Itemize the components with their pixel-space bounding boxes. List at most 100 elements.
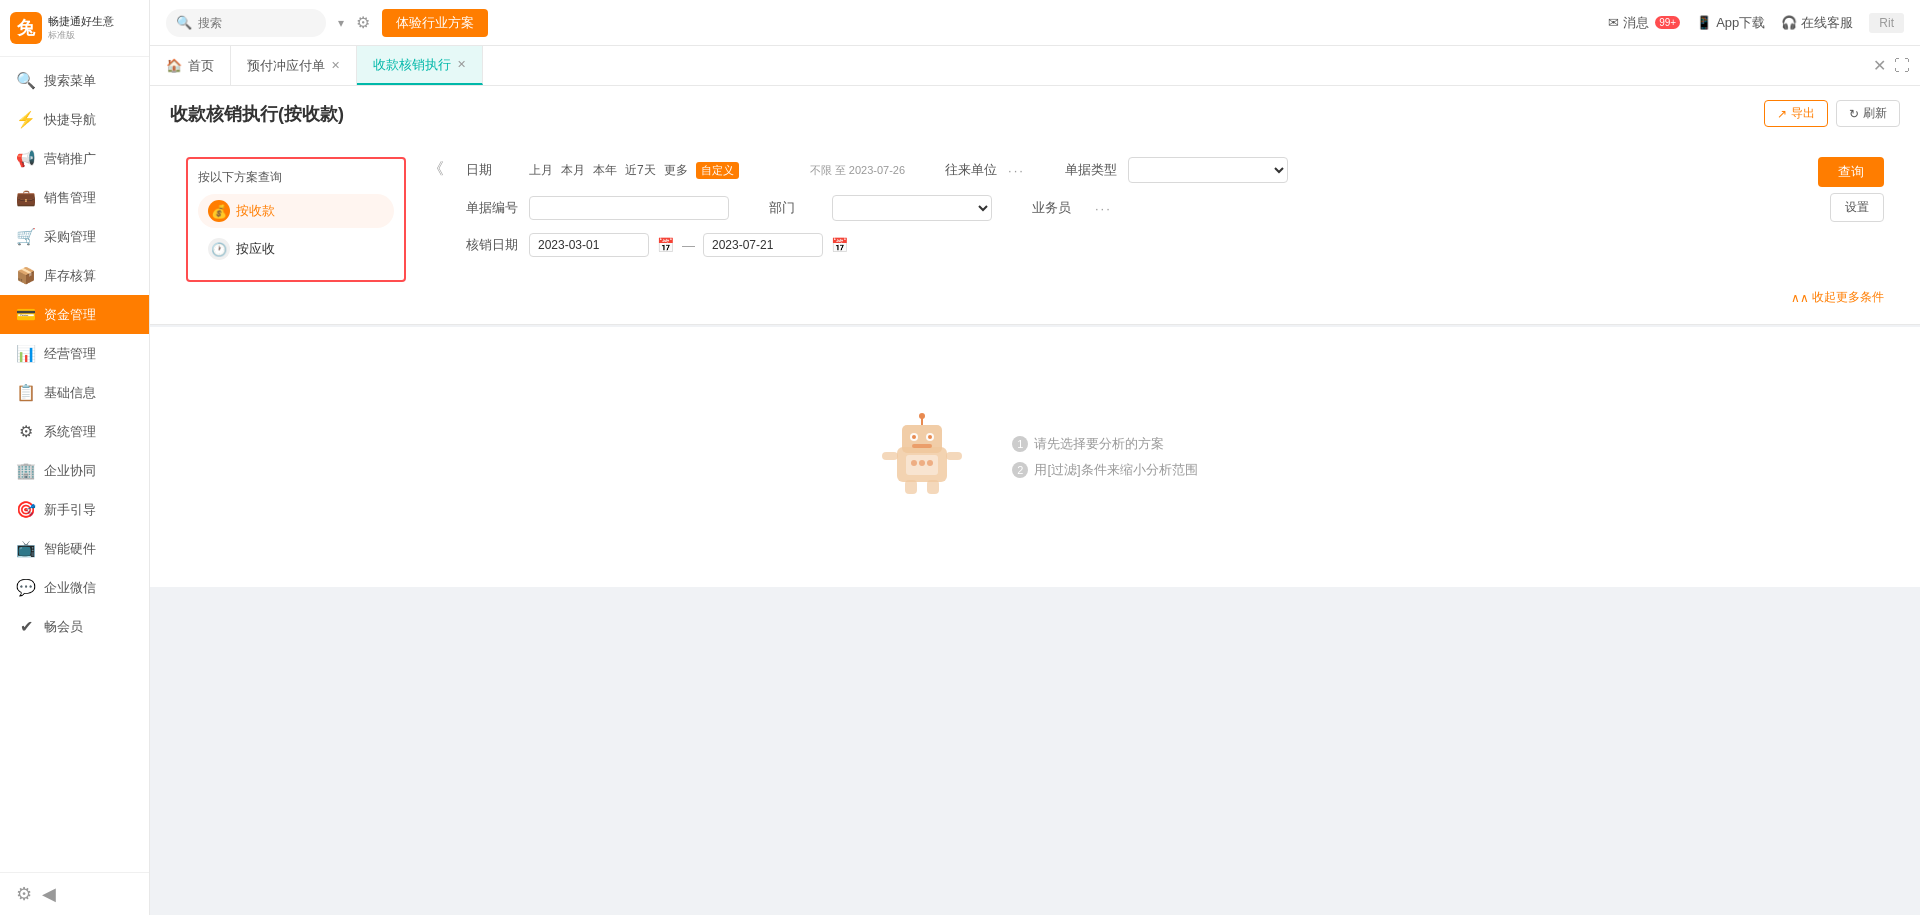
dept-field: 部门 [769, 195, 992, 221]
refresh-button[interactable]: ↻ 刷新 [1836, 100, 1900, 127]
tabbar-actions: ✕ ⛶ [1863, 46, 1920, 85]
writeoff-end-input[interactable] [703, 233, 823, 257]
filter-panel: 按以下方案查询 💰 按收款 🕐 按应收 《 [170, 139, 1900, 324]
bill-no-input[interactable] [529, 196, 729, 220]
topbar-search-box[interactable]: 🔍 [166, 9, 326, 37]
sales-icon: 💼 [16, 188, 36, 207]
app-version: 标准版 [48, 29, 114, 42]
topbar-arrow-icon[interactable]: ▾ [338, 16, 344, 30]
sidebar: 兔 畅捷通好生意 标准版 🔍 搜索菜单 ⚡ 快捷导航 📢 营销推广 💼 销售管理… [0, 0, 150, 915]
topbar-right: ✉ 消息 99+ 📱 App下载 🎧 在线客服 Rit [1608, 13, 1904, 33]
sidebar-item-guide[interactable]: 🎯 新手引导 [0, 490, 149, 529]
partner-label: 往来单位 [945, 161, 1000, 179]
sidebar-label-operations: 经营管理 [44, 345, 96, 363]
empty-state: 1 请先选择要分析的方案 2 用[过滤]条件来缩小分析范围 [150, 327, 1920, 587]
sidebar-item-hardware[interactable]: 📺 智能硬件 [0, 529, 149, 568]
filter-option-by-receivable[interactable]: 🕐 按应收 [198, 232, 394, 266]
sidebar-label-inventory: 库存核算 [44, 267, 96, 285]
date-field: 日期 上月 本月 本年 近7天 更多 自定义 不限 至 2023-07-26 [466, 161, 905, 179]
close-tab-icon[interactable]: ✕ [1873, 56, 1886, 75]
date-shortcut-this-year[interactable]: 本年 [593, 162, 617, 179]
app-icon: 📱 [1696, 15, 1712, 30]
filter-row-3: 核销日期 📅 — 📅 [466, 233, 1806, 257]
writeoff-start-input[interactable] [529, 233, 649, 257]
online-service-button[interactable]: 🎧 在线客服 [1781, 14, 1853, 32]
sidebar-label-search: 搜索菜单 [44, 72, 96, 90]
hint-num-2: 2 [1012, 462, 1028, 478]
sidebar-item-member[interactable]: ✔ 畅会员 [0, 607, 149, 646]
svg-rect-8 [912, 444, 932, 448]
date-custom-badge[interactable]: 自定义 [696, 162, 739, 179]
main-area: 🔍 ▾ ⚙ 体验行业方案 ✉ 消息 99+ 📱 App下载 🎧 在线客服 Rit [150, 0, 1920, 915]
sidebar-item-finance[interactable]: 💳 资金管理 [0, 295, 149, 334]
tab-prepay[interactable]: 预付冲应付单 ✕ [231, 46, 357, 85]
bill-no-label: 单据编号 [466, 199, 521, 217]
writeoff-end-cal-icon[interactable]: 📅 [831, 237, 848, 253]
by-receivable-icon: 🕐 [208, 238, 230, 260]
footer-settings-icon[interactable]: ⚙ [16, 883, 32, 905]
bill-type-label: 单据类型 [1065, 161, 1120, 179]
sidebar-item-shortcut[interactable]: ⚡ 快捷导航 [0, 100, 149, 139]
dept-select[interactable] [832, 195, 992, 221]
basic-icon: 📋 [16, 383, 36, 402]
writeoff-date-field: 核销日期 📅 — 📅 [466, 233, 848, 257]
tab-home[interactable]: 🏠 首页 [150, 46, 231, 85]
fullscreen-icon[interactable]: ⛶ [1894, 57, 1910, 75]
svg-point-7 [919, 413, 925, 419]
sidebar-item-operations[interactable]: 📊 经营管理 [0, 334, 149, 373]
sidebar-item-sales[interactable]: 💼 销售管理 [0, 178, 149, 217]
sidebar-item-wechat[interactable]: 💬 企业微信 [0, 568, 149, 607]
filter-fields-area: 日期 上月 本月 本年 近7天 更多 自定义 不限 至 2023-07-26 [450, 149, 1900, 314]
more-conditions-button[interactable]: ∧∧ 收起更多条件 [1791, 289, 1884, 306]
tab-receipt-writeoff[interactable]: 收款核销执行 ✕ [357, 46, 483, 85]
sidebar-item-search[interactable]: 🔍 搜索菜单 [0, 61, 149, 100]
staff-label: 业务员 [1032, 199, 1087, 217]
search-icon: 🔍 [16, 71, 36, 90]
system-icon: ⚙ [16, 422, 36, 441]
writeoff-start-cal-icon[interactable]: 📅 [657, 237, 674, 253]
bill-type-field: 单据类型 [1065, 157, 1288, 183]
export-icon: ↗ [1777, 107, 1787, 121]
sidebar-item-basic[interactable]: 📋 基础信息 [0, 373, 149, 412]
sidebar-item-marketing[interactable]: 📢 营销推广 [0, 139, 149, 178]
page-title-row: 收款核销执行(按收款) ↗ 导出 ↻ 刷新 [170, 100, 1900, 127]
date-label: 日期 [466, 161, 521, 179]
date-shortcut-more[interactable]: 更多 [664, 162, 688, 179]
sidebar-label-hardware: 智能硬件 [44, 540, 96, 558]
hint-item-1: 1 请先选择要分析的方案 [1012, 431, 1197, 457]
tab-close-prepay[interactable]: ✕ [331, 59, 340, 72]
sidebar-item-purchase[interactable]: 🛒 采购管理 [0, 217, 149, 256]
sidebar-item-enterprise[interactable]: 🏢 企业协同 [0, 451, 149, 490]
user-profile[interactable]: Rit [1869, 13, 1904, 33]
footer-collapse-icon[interactable]: ◀ [42, 883, 56, 905]
topbar-gear-icon[interactable]: ⚙ [356, 13, 370, 32]
message-badge: 99+ [1655, 16, 1680, 29]
filter-collapse-button[interactable]: 《 [422, 159, 450, 180]
sidebar-label-finance: 资金管理 [44, 306, 96, 324]
sidebar-label-member: 畅会员 [44, 618, 83, 636]
sidebar-item-inventory[interactable]: 📦 库存核算 [0, 256, 149, 295]
date-shortcut-7days[interactable]: 近7天 [625, 162, 656, 179]
partner-dots: ··· [1008, 163, 1025, 178]
date-shortcut-last-month[interactable]: 上月 [529, 162, 553, 179]
topbar-search-input[interactable] [198, 16, 316, 30]
industry-solution-button[interactable]: 体验行业方案 [382, 9, 488, 37]
settings-button[interactable]: 设置 [1830, 193, 1884, 222]
inventory-icon: 📦 [16, 266, 36, 285]
shortcut-icon: ⚡ [16, 110, 36, 129]
topbar-search-icon: 🔍 [176, 15, 192, 30]
export-button[interactable]: ↗ 导出 [1764, 100, 1828, 127]
sidebar-footer: ⚙ ◀ [0, 872, 149, 915]
sidebar-label-guide: 新手引导 [44, 501, 96, 519]
date-shortcut-this-month[interactable]: 本月 [561, 162, 585, 179]
tab-close-receipt-writeoff[interactable]: ✕ [457, 58, 466, 71]
guide-icon: 🎯 [16, 500, 36, 519]
bill-type-select[interactable] [1128, 157, 1288, 183]
app-download-button[interactable]: 📱 App下载 [1696, 14, 1765, 32]
sidebar-item-system[interactable]: ⚙ 系统管理 [0, 412, 149, 451]
filter-option-by-receipt[interactable]: 💰 按收款 [198, 194, 394, 228]
sidebar-label-basic: 基础信息 [44, 384, 96, 402]
partner-field: 往来单位 ··· [945, 161, 1025, 179]
message-button[interactable]: ✉ 消息 99+ [1608, 14, 1680, 32]
query-button[interactable]: 查询 [1818, 157, 1884, 187]
